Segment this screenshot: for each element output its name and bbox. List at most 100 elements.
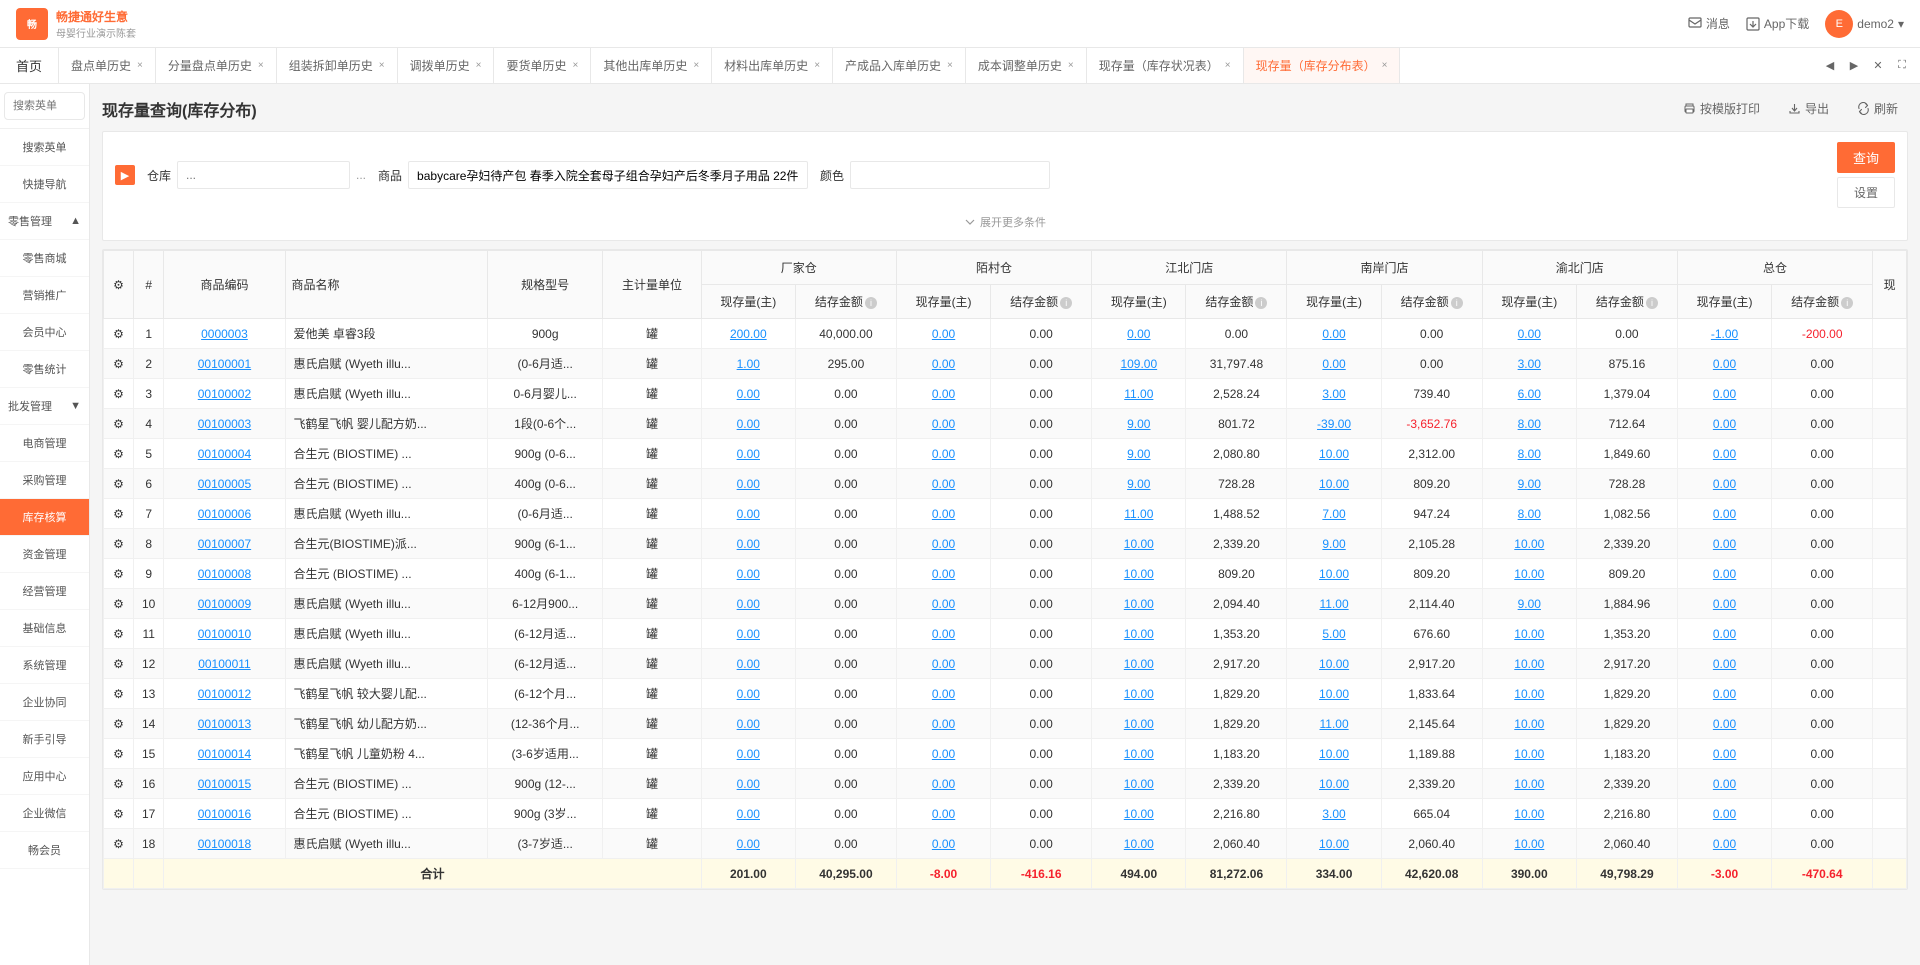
row-gear[interactable]: ⚙ (104, 469, 134, 499)
info-icon-c1[interactable]: i (865, 297, 877, 309)
row-ct-qty: 0.00 (1677, 469, 1771, 499)
close-tab-8[interactable]: × (1068, 60, 1074, 71)
nav-tab-8[interactable]: 成本调整单历史 × (966, 48, 1087, 83)
sidebar-item-system[interactable]: 系统管理 (0, 647, 89, 684)
goods-input[interactable] (408, 161, 808, 189)
color-input[interactable] (850, 161, 1050, 189)
row-no: 4 (134, 409, 164, 439)
nav-prev-btn[interactable]: ◀ (1820, 56, 1840, 76)
sidebar-item-guide[interactable]: 新手引导 (0, 721, 89, 758)
close-tab-7[interactable]: × (947, 60, 953, 71)
sidebar-item-enterprise[interactable]: 企业协同 (0, 684, 89, 721)
sidebar-item-operations[interactable]: 经营管理 (0, 573, 89, 610)
row-gear[interactable]: ⚙ (104, 439, 134, 469)
row-gear[interactable]: ⚙ (104, 829, 134, 859)
close-tab-9[interactable]: × (1225, 60, 1231, 71)
query-button[interactable]: 查询 (1837, 142, 1895, 173)
row-extra (1873, 709, 1907, 739)
nav-tab-3[interactable]: 调拨单历史 × (398, 48, 495, 83)
app-download-btn[interactable]: App下载 (1746, 15, 1809, 32)
row-gear[interactable]: ⚙ (104, 499, 134, 529)
row-gear[interactable]: ⚙ (104, 409, 134, 439)
sidebar-item-purchase[interactable]: 采购管理 (0, 462, 89, 499)
sidebar-item-retail-mall[interactable]: 零售商城 (0, 240, 89, 277)
nav-tab-4[interactable]: 要货单历史 × (494, 48, 591, 83)
close-tab-0[interactable]: × (137, 60, 143, 71)
close-tab-3[interactable]: × (476, 60, 482, 71)
close-tab-6[interactable]: × (814, 60, 820, 71)
row-gear[interactable]: ⚙ (104, 679, 134, 709)
sidebar-item-member2[interactable]: 畅会员 (0, 832, 89, 869)
row-no: 5 (134, 439, 164, 469)
nav-tab-6[interactable]: 材料出库单历史 × (712, 48, 833, 83)
sidebar-item-app-center[interactable]: 应用中心 (0, 758, 89, 795)
row-gear[interactable]: ⚙ (104, 529, 134, 559)
settings-button[interactable]: 设置 (1837, 177, 1895, 208)
nav-tab-9[interactable]: 现存量（库存状况表） × (1087, 48, 1244, 83)
sidebar-item-wechat[interactable]: 企业微信 (0, 795, 89, 832)
sidebar-item-retail-stats[interactable]: 零售统计 (0, 351, 89, 388)
row-gear[interactable]: ⚙ (104, 379, 134, 409)
nav-tab-7[interactable]: 产成品入库单历史 × (833, 48, 966, 83)
sidebar-item-wholesale[interactable]: 批发管理 ▼ (0, 388, 89, 425)
nav-next-btn[interactable]: ▶ (1844, 56, 1864, 76)
nav-tab-10[interactable]: 现存量（库存分布表） × (1244, 48, 1401, 83)
row-gear[interactable]: ⚙ (104, 349, 134, 379)
close-tab-2[interactable]: × (379, 60, 385, 71)
row-c5-qty: 10.00 (1482, 559, 1576, 589)
th-gear[interactable]: ⚙ (104, 251, 134, 319)
sidebar-item-member[interactable]: 会员中心 (0, 314, 89, 351)
expand-more-btn[interactable]: 展开更多条件 (115, 214, 1895, 230)
nav-home-tab[interactable]: 首页 (0, 48, 59, 83)
row-gear[interactable]: ⚙ (104, 769, 134, 799)
close-tab-4[interactable]: × (572, 60, 578, 71)
info-icon-ct[interactable]: i (1841, 297, 1853, 309)
nav-tab-2[interactable]: 组装拆卸单历史 × (277, 48, 398, 83)
row-gear[interactable]: ⚙ (104, 559, 134, 589)
nav-tab-1[interactable]: 分量盘点单历史 × (156, 48, 277, 83)
row-c4-amt: 0.00 (1381, 349, 1482, 379)
table-row: ⚙ 13 00100012 飞鹤星飞帆 较大婴儿配... (6-12个月... … (104, 679, 1907, 709)
print-btn[interactable]: 按模版打印 (1673, 96, 1770, 121)
sidebar-item-ecommerce[interactable]: 电商管理 (0, 425, 89, 462)
sidebar-item-inventory[interactable]: 库存核算 (0, 499, 89, 536)
sidebar-item-finance[interactable]: 资金管理 (0, 536, 89, 573)
refresh-btn[interactable]: 刷新 (1847, 96, 1908, 121)
export-btn[interactable]: 导出 (1778, 96, 1839, 121)
row-gear[interactable]: ⚙ (104, 589, 134, 619)
nav-close-btn[interactable]: ✕ (1868, 56, 1888, 76)
sidebar-item-retail-mgmt[interactable]: 零售管理 ▲ (0, 203, 89, 240)
row-gear[interactable]: ⚙ (104, 799, 134, 829)
row-unit: 罐 (603, 439, 701, 469)
sidebar-item-basic-info[interactable]: 基础信息 (0, 610, 89, 647)
row-gear[interactable]: ⚙ (104, 649, 134, 679)
info-icon-c3[interactable]: i (1255, 297, 1267, 309)
close-tab-1[interactable]: × (258, 60, 264, 71)
nav-tab-5[interactable]: 其他出库单历史 × (591, 48, 712, 83)
row-gear[interactable]: ⚙ (104, 739, 134, 769)
row-c5-amt: 0.00 (1576, 319, 1677, 349)
nav-expand-btn[interactable]: ⛶ (1892, 56, 1912, 76)
nav-tab-0[interactable]: 盘点单历史 × (59, 48, 156, 83)
info-icon-c5[interactable]: i (1646, 297, 1658, 309)
inventory-table-wrapper[interactable]: ⚙ # 商品编码 商品名称 规格型号 主计量单位 厂家仓 陌村仓 江北门店 南岸… (102, 249, 1908, 890)
sidebar-item-quicknav[interactable]: 快捷导航 (0, 166, 89, 203)
row-gear[interactable]: ⚙ (104, 319, 134, 349)
info-icon-c2[interactable]: i (1060, 297, 1072, 309)
sidebar-item-marketing[interactable]: 营销推广 (0, 277, 89, 314)
info-icon-c4[interactable]: i (1451, 297, 1463, 309)
row-c4-amt: 676.60 (1381, 619, 1482, 649)
sidebar-search-input[interactable] (4, 92, 85, 120)
sidebar-item-search[interactable]: 搜索英单 (0, 129, 89, 166)
row-c5-qty: 9.00 (1482, 589, 1576, 619)
user-area[interactable]: E demo2 ▾ (1825, 10, 1904, 38)
filter-expand-arrow[interactable]: ▶ (115, 165, 135, 185)
warehouse-input[interactable] (177, 161, 350, 189)
row-c1-amt: 0.00 (795, 559, 896, 589)
message-btn[interactable]: 消息 (1688, 15, 1730, 32)
row-gear[interactable]: ⚙ (104, 619, 134, 649)
row-ct-qty: 0.00 (1677, 679, 1771, 709)
close-tab-10[interactable]: × (1382, 60, 1388, 71)
close-tab-5[interactable]: × (693, 60, 699, 71)
row-gear[interactable]: ⚙ (104, 709, 134, 739)
